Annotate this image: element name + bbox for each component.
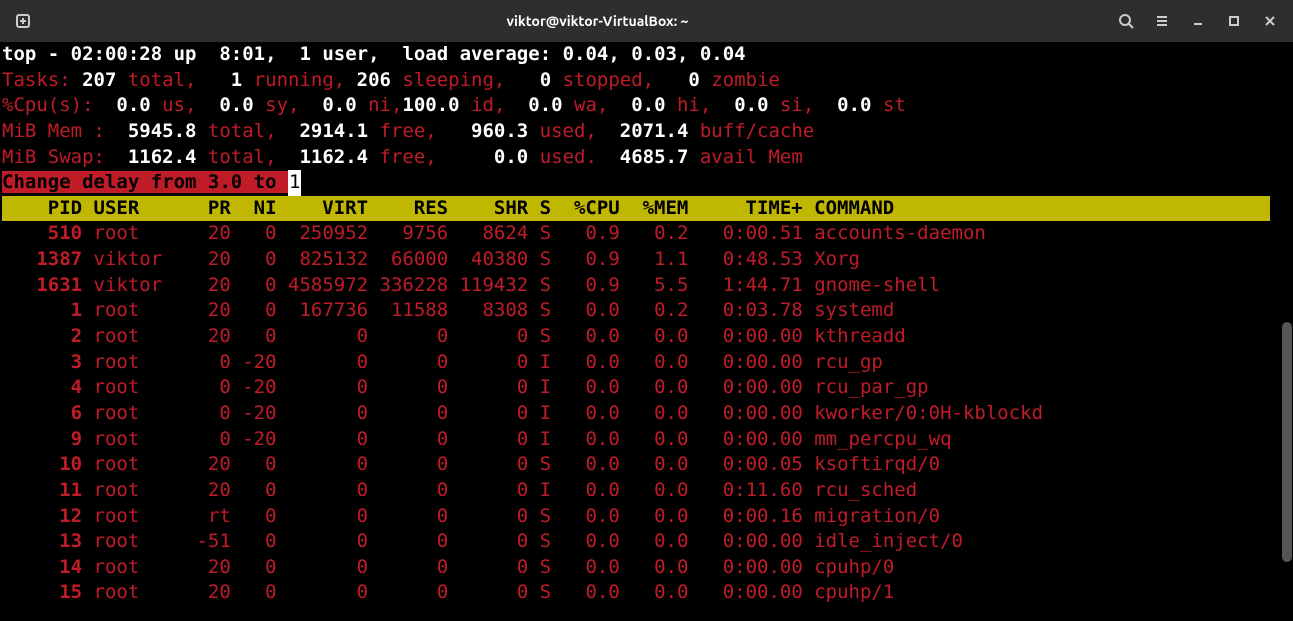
process-table-header: PID USER PR NI VIRT RES SHR S %CPU %MEM … <box>2 196 1270 222</box>
table-row: 10 root 20 0 0 0 0 S 0.0 0.0 0:00.05 kso… <box>2 452 1270 478</box>
table-row: 1631 viktor 20 0 4585972 336228 119432 S… <box>2 273 1270 299</box>
window-titlebar: viktor@viktor-VirtualBox: ~ <box>0 0 1293 42</box>
hamburger-menu-icon[interactable] <box>1145 6 1179 36</box>
mem-line: MiB Mem : 5945.8 total, 2914.1 free, 960… <box>2 119 1270 145</box>
new-tab-button[interactable] <box>6 6 40 36</box>
table-row: 14 root 20 0 0 0 0 S 0.0 0.0 0:00.00 cpu… <box>2 555 1270 581</box>
minimize-button[interactable] <box>1181 6 1215 36</box>
table-row: 9 root 0 -20 0 0 0 I 0.0 0.0 0:00.00 mm_… <box>2 427 1270 453</box>
table-row: 6 root 0 -20 0 0 0 I 0.0 0.0 0:00.00 kwo… <box>2 401 1270 427</box>
table-row: 1387 viktor 20 0 825132 66000 40380 S 0.… <box>2 247 1270 273</box>
table-row: 510 root 20 0 250952 9756 8624 S 0.9 0.2… <box>2 221 1270 247</box>
table-row: 1 root 20 0 167736 11588 8308 S 0.0 0.2 … <box>2 298 1270 324</box>
table-row: 11 root 20 0 0 0 0 I 0.0 0.0 0:11.60 rcu… <box>2 478 1270 504</box>
scrollbar-thumb[interactable] <box>1282 322 1292 562</box>
maximize-button[interactable] <box>1217 6 1251 36</box>
table-row: 12 root rt 0 0 0 0 S 0.0 0.0 0:00.16 mig… <box>2 504 1270 530</box>
top-summary-line: top - 02:00:28 up 8:01, 1 user, load ave… <box>2 42 1270 68</box>
table-row: 15 root 20 0 0 0 0 S 0.0 0.0 0:00.00 cpu… <box>2 580 1270 606</box>
tasks-line: Tasks: 207 total, 1 running, 206 sleepin… <box>2 68 1270 94</box>
cpu-line: %Cpu(s): 0.0 us, 0.0 sy, 0.0 ni,100.0 id… <box>2 93 1270 119</box>
table-row: 3 root 0 -20 0 0 0 I 0.0 0.0 0:00.00 rcu… <box>2 350 1270 376</box>
table-row: 2 root 20 0 0 0 0 S 0.0 0.0 0:00.00 kthr… <box>2 324 1270 350</box>
delay-prompt[interactable]: Change delay from 3.0 to 1 <box>2 170 1270 196</box>
process-list: 510 root 20 0 250952 9756 8624 S 0.9 0.2… <box>2 221 1270 606</box>
table-row: 4 root 0 -20 0 0 0 I 0.0 0.0 0:00.00 rcu… <box>2 375 1270 401</box>
table-row: 13 root -51 0 0 0 0 S 0.0 0.0 0:00.00 id… <box>2 529 1270 555</box>
terminal-scrollbar[interactable] <box>1281 42 1293 621</box>
delay-input[interactable]: 1 <box>288 170 301 196</box>
search-icon[interactable] <box>1109 6 1143 36</box>
window-title: viktor@viktor-VirtualBox: ~ <box>86 12 1109 31</box>
swap-line: MiB Swap: 1162.4 total, 1162.4 free, 0.0… <box>2 145 1270 171</box>
close-button[interactable] <box>1253 6 1287 36</box>
terminal-output[interactable]: top - 02:00:28 up 8:01, 1 user, load ave… <box>0 42 1272 606</box>
